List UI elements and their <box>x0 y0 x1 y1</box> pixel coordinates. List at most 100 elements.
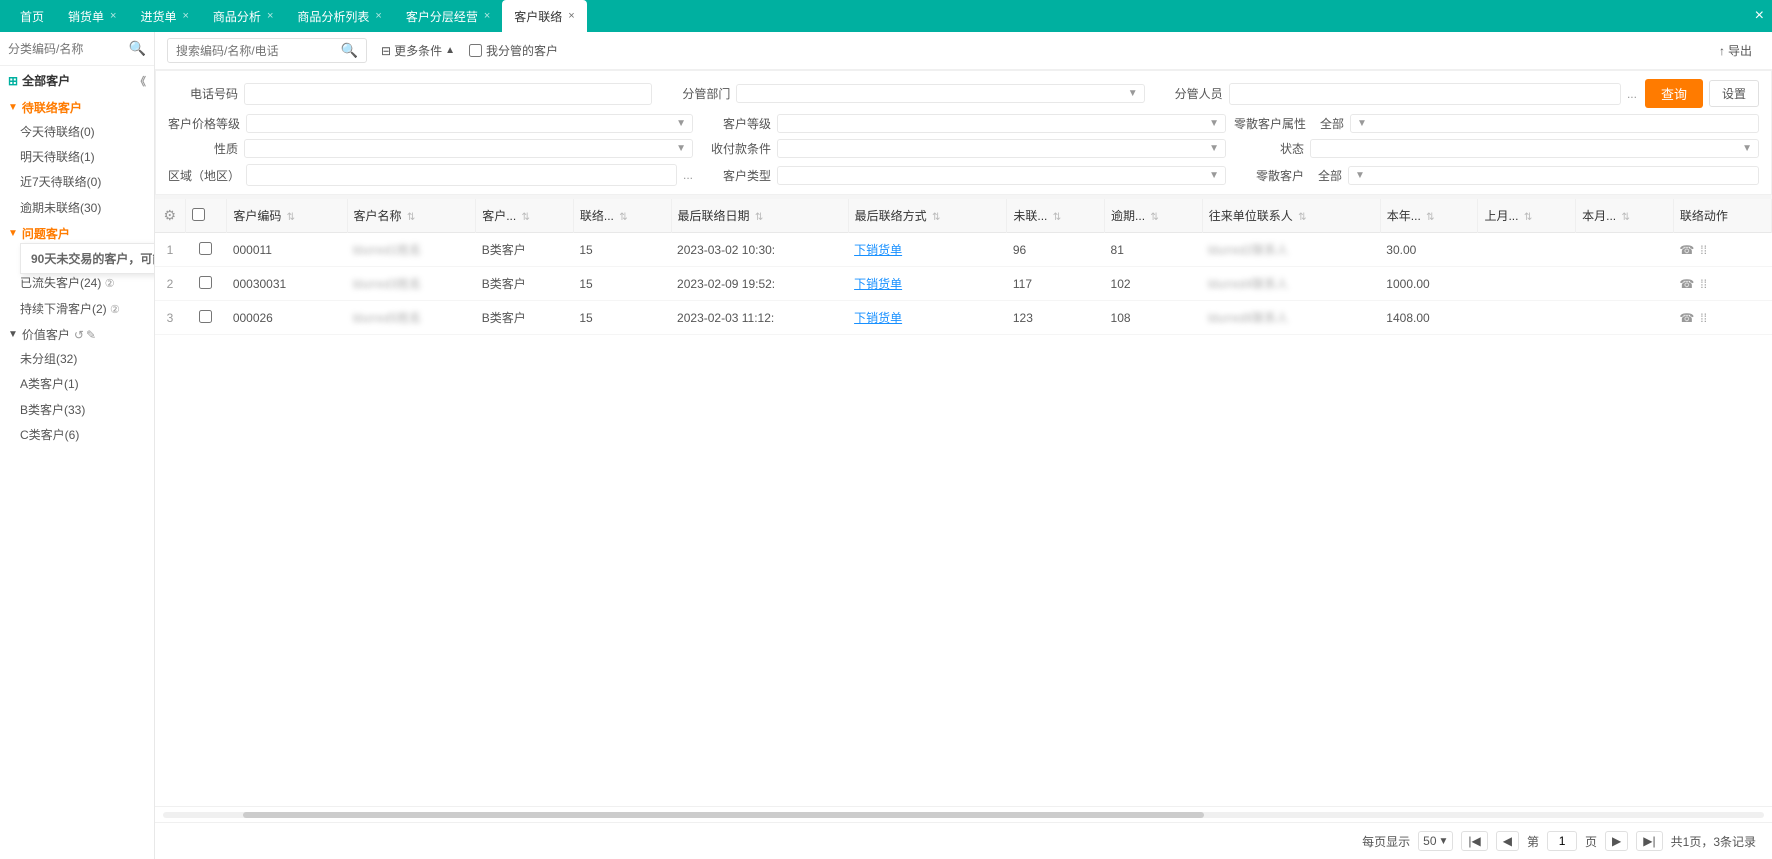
col-this-year[interactable]: 本年... ⇅ <box>1380 199 1478 233</box>
col-last-method[interactable]: 最后联络方式 ⇅ <box>848 199 1007 233</box>
region-input[interactable] <box>246 164 677 186</box>
customer-level-arrow: ▼ <box>1209 118 1219 129</box>
col-contact-num[interactable]: 联络... ⇅ <box>573 199 671 233</box>
action-contact-icon[interactable]: ☎ <box>1679 311 1694 325</box>
status-select[interactable]: ▼ <box>1310 139 1759 158</box>
row-last-method[interactable]: 下销货单 <box>848 233 1007 267</box>
page-size-select[interactable]: 50 ▼ <box>1418 831 1453 851</box>
section-arrow-pending: ▼ <box>8 102 18 113</box>
sidebar-search-input[interactable] <box>8 42 129 56</box>
close-customer-segment-tab[interactable]: × <box>484 10 490 22</box>
tab-product-analysis[interactable]: 商品分析 × <box>201 0 285 32</box>
retail-attr-select[interactable]: ▼ <box>1350 114 1759 133</box>
sidebar-item-c-class[interactable]: C类客户(6) <box>0 423 154 448</box>
sidebar-all-customers[interactable]: ⊞ 全部客户 《 <box>0 66 154 95</box>
my-customers-checkbox[interactable]: 我分管的客户 <box>469 42 558 59</box>
sidebar-item-tomorrow[interactable]: 明天待联络(1) <box>0 145 154 170</box>
row-last-method[interactable]: 下销货单 <box>848 267 1007 301</box>
col-last-month[interactable]: 上月... ⇅ <box>1478 199 1576 233</box>
price-level-select[interactable]: ▼ <box>246 114 693 133</box>
horizontal-scrollbar[interactable] <box>155 806 1772 822</box>
retail-customer-arrow: ▼ <box>1355 170 1365 181</box>
row-checkbox-cell[interactable] <box>185 233 227 267</box>
last-page-btn[interactable]: ▶| <box>1636 831 1662 851</box>
tab-sales[interactable]: 销货单 × <box>56 0 128 32</box>
next-page-btn[interactable]: ▶ <box>1605 831 1628 851</box>
more-conditions-btn[interactable]: ⊟ 更多条件 ▲ <box>375 39 461 62</box>
action-contact-icon[interactable]: ☎ <box>1679 243 1694 257</box>
scrollbar-thumb[interactable] <box>243 812 1204 818</box>
row-checkbox[interactable] <box>199 276 212 289</box>
content-area: 🔍 ⊟ 更多条件 ▲ 我分管的客户 ↑ 导出 电话号码 <box>155 32 1772 859</box>
filter-payment: 收付款条件 ▼ <box>701 139 1226 158</box>
sidebar-item-churned[interactable]: 已流失客户(24) ② <box>0 271 154 297</box>
checkbox-col[interactable] <box>185 199 227 233</box>
dept-select[interactable]: ▼ <box>736 84 1144 103</box>
prev-page-btn[interactable]: ◀ <box>1496 831 1519 851</box>
sidebar-item-b-class[interactable]: B类客户(33) <box>0 398 154 423</box>
sidebar-item-overdue-contact[interactable]: 逾期未联络(30) <box>0 196 154 221</box>
customer-type-select[interactable]: ▼ <box>777 166 1226 185</box>
sidebar-section-pending[interactable]: ▼ 待联络客户 <box>0 95 154 120</box>
close-product-list-tab[interactable]: × <box>375 10 381 22</box>
action-contact-icon[interactable]: ☎ <box>1679 277 1694 291</box>
action-more-icon[interactable]: ⁞⁞ <box>1700 277 1707 291</box>
row-checkbox-cell[interactable] <box>185 267 227 301</box>
row-checkbox-cell[interactable] <box>185 301 227 335</box>
export-btn[interactable]: ↑ 导出 <box>1711 39 1760 62</box>
row-checkbox[interactable] <box>199 242 212 255</box>
retail-customer-select[interactable]: ▼ <box>1348 166 1759 185</box>
sidebar-item-7days[interactable]: 近7天待联络(0) <box>0 170 154 195</box>
nature-select[interactable]: ▼ <box>244 139 693 158</box>
action-more-icon[interactable]: ⁞⁞ <box>1700 243 1707 257</box>
last-method-link[interactable]: 下销货单 <box>854 243 902 257</box>
sidebar-item-a-class[interactable]: A类客户(1) <box>0 372 154 397</box>
tab-home[interactable]: 首页 <box>8 0 56 32</box>
close-product-analysis-tab[interactable]: × <box>267 10 273 22</box>
value-refresh-icon[interactable]: ↺ <box>74 328 84 342</box>
gear-icon[interactable]: ⚙ <box>163 207 176 223</box>
phone-input[interactable] <box>244 83 652 105</box>
row-checkbox[interactable] <box>199 310 212 323</box>
sidebar-item-today[interactable]: 今天待联络(0) <box>0 120 154 145</box>
sidebar-item-ungrouped[interactable]: 未分组(32) <box>0 347 154 372</box>
sidebar-item-declining[interactable]: 持续下滑客户(2) ② <box>0 297 154 323</box>
col-last-date[interactable]: 最后联络日期 ⇅ <box>671 199 848 233</box>
col-type[interactable]: 客户... ⇅ <box>476 199 574 233</box>
gear-col[interactable]: ⚙ <box>155 199 185 233</box>
window-close-icon[interactable]: × <box>1755 7 1764 25</box>
sort-overdue: ⇅ <box>1150 212 1158 223</box>
tab-customer-segment[interactable]: 客户分层经营 × <box>394 0 502 32</box>
payment-select[interactable]: ▼ <box>777 139 1226 158</box>
sidebar-section-problem[interactable]: ▼ 问题客户 90天未交易的客户，可能有流失风险。 <box>0 221 154 246</box>
action-more-icon[interactable]: ⁞⁞ <box>1700 311 1707 325</box>
tab-product-list[interactable]: 商品分析列表 × <box>285 0 393 32</box>
col-this-month[interactable]: 本月... ⇅ <box>1576 199 1674 233</box>
page-number-input[interactable] <box>1547 831 1577 851</box>
sidebar-section-value[interactable]: ▼ 价值客户 ↺ ✎ <box>0 322 154 347</box>
settings-button[interactable]: 设置 <box>1709 80 1759 107</box>
close-customer-contact-tab[interactable]: × <box>568 10 574 22</box>
col-code[interactable]: 客户编码 ⇅ <box>227 199 347 233</box>
manager-input[interactable] <box>1229 83 1621 105</box>
tab-purchase[interactable]: 进货单 × <box>128 0 200 32</box>
search-input[interactable] <box>176 44 341 58</box>
col-name[interactable]: 客户名称 ⇅ <box>347 199 476 233</box>
my-customers-check[interactable] <box>469 44 482 57</box>
col-overdue[interactable]: 逾期... ⇅ <box>1105 199 1203 233</box>
value-edit-icon[interactable]: ✎ <box>86 328 96 342</box>
select-all-checkbox[interactable] <box>192 208 205 221</box>
last-method-link[interactable]: 下销货单 <box>854 277 902 291</box>
close-purchase-tab[interactable]: × <box>182 10 188 22</box>
first-page-btn[interactable]: |◀ <box>1461 831 1487 851</box>
tab-customer-contact[interactable]: 客户联络 × <box>502 0 586 32</box>
query-button[interactable]: 查询 <box>1645 79 1703 108</box>
row-last-method[interactable]: 下销货单 <box>848 301 1007 335</box>
col-contact-person[interactable]: 往来单位联系人 ⇅ <box>1202 199 1380 233</box>
last-method-link[interactable]: 下销货单 <box>854 311 902 325</box>
col-uncontacted[interactable]: 未联... ⇅ <box>1007 199 1105 233</box>
customer-level-select[interactable]: ▼ <box>777 114 1226 133</box>
region-more-icon[interactable]: ... <box>683 168 693 182</box>
close-sales-tab[interactable]: × <box>110 10 116 22</box>
manager-more-icon[interactable]: ... <box>1627 87 1637 101</box>
